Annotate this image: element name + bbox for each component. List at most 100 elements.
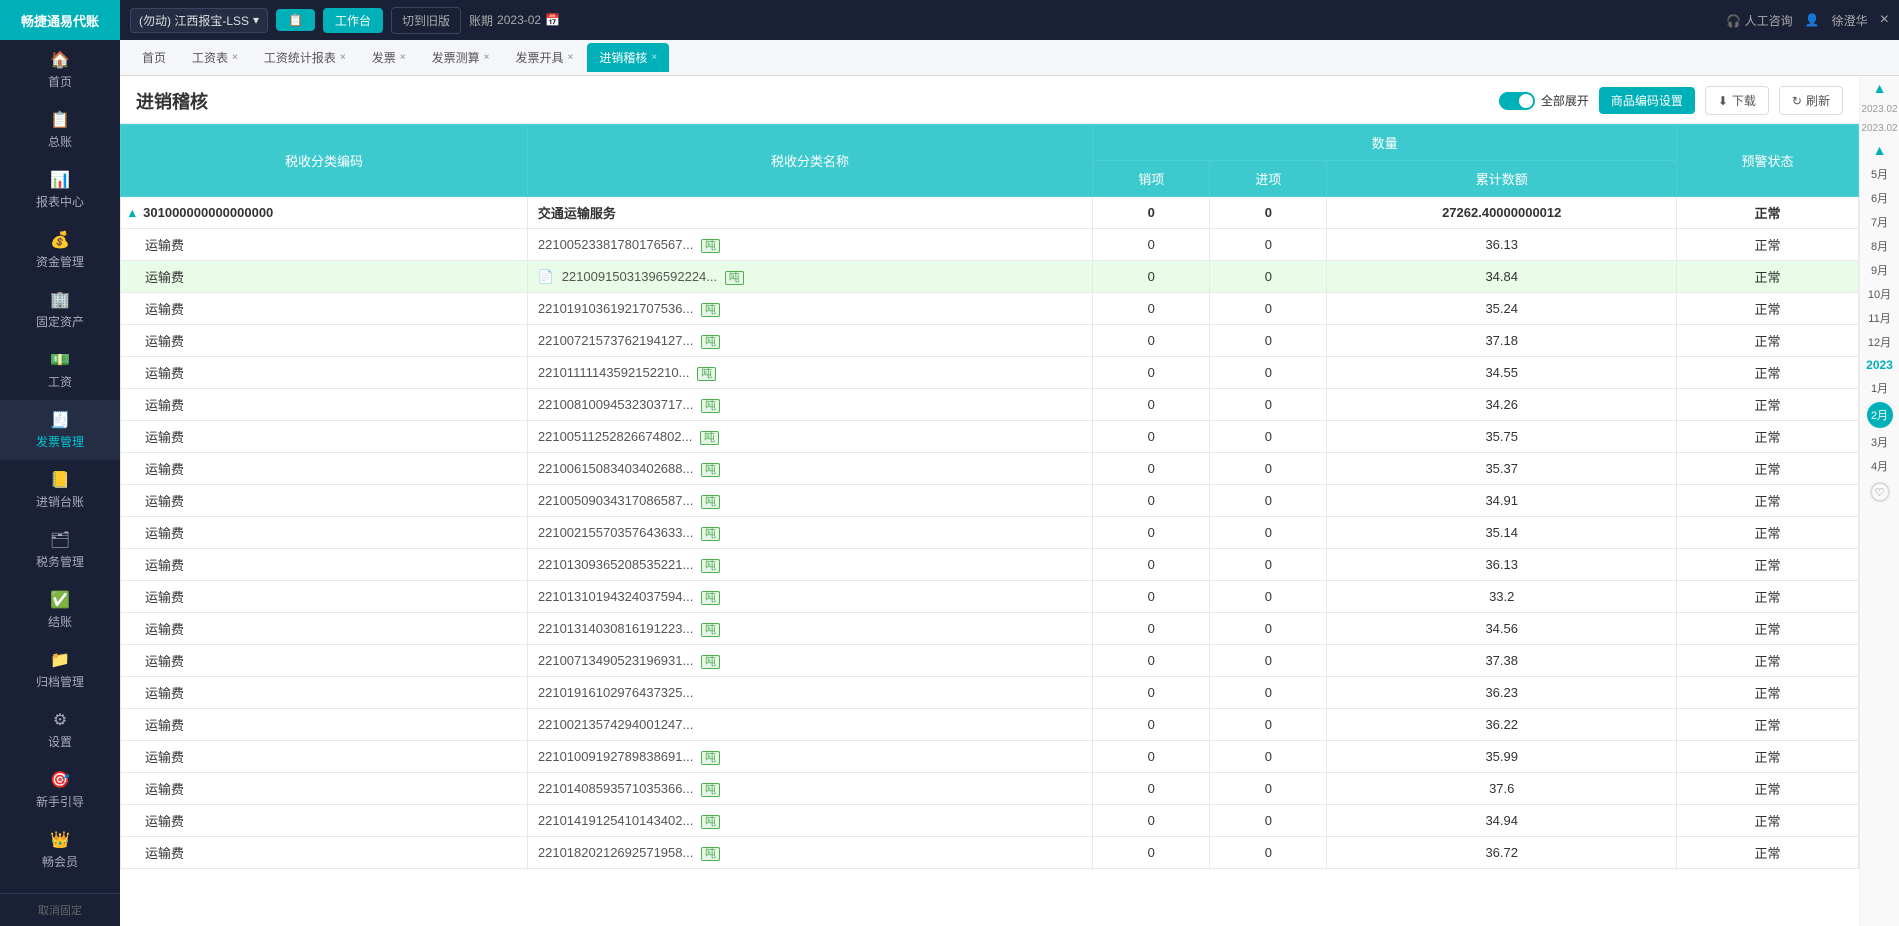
table-row[interactable]: 运输费 📄 22100915031396592224... 吨 0 0 34.8…: [121, 261, 1859, 293]
reports-icon: 📊: [50, 170, 70, 190]
table-row[interactable]: 运输费 22100213574294001247... 0 0 36.22 正常: [121, 709, 1859, 741]
cell-code: 22100523381780176567... 吨: [527, 229, 1092, 261]
cell-name: 运输费: [121, 229, 528, 261]
table-row[interactable]: 运输费 22101916102976437325... 0 0 36.23 正常: [121, 677, 1859, 709]
table-row[interactable]: 运输费 22101419125410143402... 吨 0 0 34.94 …: [121, 805, 1859, 837]
unpin-button[interactable]: 取消固定: [0, 893, 120, 926]
sidebar-item-archive[interactable]: 📁 归档管理: [0, 640, 120, 700]
timeline-month-6[interactable]: 6月: [1860, 186, 1899, 210]
tab-invoice-issue-close[interactable]: ×: [567, 52, 573, 63]
sidebar-item-salary[interactable]: 💵 工资: [0, 340, 120, 400]
tab-salary-close[interactable]: ×: [232, 52, 238, 63]
timeline-month-3[interactable]: 3月: [1860, 430, 1899, 454]
tab-invoice-calc-close[interactable]: ×: [484, 52, 490, 63]
sidebar-item-home[interactable]: 🏠 首页: [0, 40, 120, 100]
sidebar-item-reports[interactable]: 📊 报表中心: [0, 160, 120, 220]
tab-home[interactable]: 首页: [130, 43, 178, 72]
table-row[interactable]: ▴ 301000000000000000 交通运输服务 0 0 27262.40…: [121, 197, 1859, 229]
expand-toggle[interactable]: [1499, 92, 1535, 110]
company-selector[interactable]: (勿动) 江西报宝-LSS ▾: [130, 8, 268, 33]
table-row[interactable]: 运输费 22101408593571035366... 吨 0 0 37.6 正…: [121, 773, 1859, 805]
table-row[interactable]: 运输费 22100511252826674802... 吨 0 0 35.75 …: [121, 421, 1859, 453]
timeline-month-4[interactable]: 4月: [1860, 454, 1899, 478]
sidebar-item-sales-ledger[interactable]: 📒 进销台账: [0, 460, 120, 520]
timeline-month-9[interactable]: 9月: [1860, 258, 1899, 282]
timeline-up2-arrow[interactable]: ▲: [1869, 138, 1891, 162]
cell-name: 运输费: [121, 837, 528, 869]
table-row[interactable]: 运输费 22100215570357643633... 吨 0 0 35.14 …: [121, 517, 1859, 549]
tab-invoice-close[interactable]: ×: [400, 52, 406, 63]
calendar-icon[interactable]: 📅: [545, 13, 560, 27]
refresh-button[interactable]: ↻ 刷新: [1779, 86, 1843, 115]
cell-sales: 0: [1093, 837, 1210, 869]
sidebar-item-tax[interactable]: 🗂 税务管理: [0, 520, 120, 580]
download-button[interactable]: ⬇ 下载: [1705, 86, 1769, 115]
sidebar-item-label: 首页: [48, 73, 72, 90]
sidebar-item-label: 税务管理: [36, 553, 84, 570]
tab-salary-report[interactable]: 工资统计报表 ×: [252, 43, 358, 72]
cell-code: 22101314030816191223... 吨: [527, 613, 1092, 645]
timeline-heart-icon[interactable]: ♡: [1870, 482, 1890, 502]
tab-invoice-issue[interactable]: 发票开具 ×: [503, 43, 585, 72]
table-row[interactable]: 运输费 22100713490523196931... 吨 0 0 37.38 …: [121, 645, 1859, 677]
table-row[interactable]: 运输费 22101910361921707536... 吨 0 0 35.24 …: [121, 293, 1859, 325]
timeline-month-11[interactable]: 11月: [1860, 306, 1899, 330]
table-row[interactable]: 运输费 22101111143592152210... 吨 0 0 34.55 …: [121, 357, 1859, 389]
table-row[interactable]: 运输费 22101820212692571958... 吨 0 0 36.72 …: [121, 837, 1859, 869]
sidebar-item-ledger[interactable]: 📋 总账: [0, 100, 120, 160]
tab-salary-report-close[interactable]: ×: [340, 52, 346, 63]
product-code-settings-button[interactable]: 商品编码设置: [1599, 87, 1695, 114]
tab-sales-check-close[interactable]: ×: [651, 52, 657, 63]
tab-salary[interactable]: 工资表 ×: [180, 43, 250, 72]
table-row[interactable]: 运输费 22100509034317086587... 吨 0 0 34.91 …: [121, 485, 1859, 517]
cell-status: 正常: [1677, 453, 1859, 485]
timeline-month-1[interactable]: 1月: [1860, 376, 1899, 400]
table-row[interactable]: 运输费 22101310194324037594... 吨 0 0 33.2 正…: [121, 581, 1859, 613]
cell-name: 运输费: [121, 773, 528, 805]
tab-invoice-calc[interactable]: 发票测算 ×: [420, 43, 502, 72]
cell-total: 34.55: [1327, 357, 1677, 389]
timeline-month-7[interactable]: 7月: [1860, 210, 1899, 234]
table-row[interactable]: 运输费 22100810094532303717... 吨 0 0 34.26 …: [121, 389, 1859, 421]
collapse-icon[interactable]: ▴: [129, 205, 136, 220]
timeline-month-12[interactable]: 12月: [1860, 330, 1899, 354]
table-row[interactable]: 运输费 22101009192789838691... 吨 0 0 35.99 …: [121, 741, 1859, 773]
unpin-label: 取消固定: [38, 905, 82, 917]
sidebar-item-label: 新手引导: [36, 793, 84, 810]
workspace-button[interactable]: 工作台: [323, 8, 383, 33]
cell-status: 正常: [1677, 613, 1859, 645]
sidebar-item-assets[interactable]: 🏢 固定资产: [0, 280, 120, 340]
table-row[interactable]: 运输费 22100523381780176567... 吨 0 0 36.13 …: [121, 229, 1859, 261]
tab-invoice[interactable]: 发票 ×: [360, 43, 418, 72]
table-row[interactable]: 运输费 22101314030816191223... 吨 0 0 34.56 …: [121, 613, 1859, 645]
cell-total: 35.37: [1327, 453, 1677, 485]
sidebar-item-settings[interactable]: ⚙ 设置: [0, 700, 120, 760]
table-row[interactable]: 运输费 22100721573762194127... 吨 0 0 37.18 …: [121, 325, 1859, 357]
cell-code: 22100511252826674802... 吨: [527, 421, 1092, 453]
copy-button[interactable]: 📋: [276, 9, 315, 31]
cell-code: 22100713490523196931... 吨: [527, 645, 1092, 677]
table-row[interactable]: 运输费 22101309365208535221... 吨 0 0 36.13 …: [121, 549, 1859, 581]
cell-code: 22100509034317086587... 吨: [527, 485, 1092, 517]
sidebar-item-guide[interactable]: 🎯 新手引导: [0, 760, 120, 820]
support-button[interactable]: 🎧 人工咨询: [1726, 12, 1792, 29]
timeline-month-10[interactable]: 10月: [1860, 282, 1899, 306]
table-row[interactable]: 运输费 22100615083403402688... 吨 0 0 35.37 …: [121, 453, 1859, 485]
sidebar-item-invoice[interactable]: 🧾 发票管理: [0, 400, 120, 460]
sidebar-item-finance[interactable]: 💰 资金管理: [0, 220, 120, 280]
archive-icon: 📁: [50, 650, 70, 670]
tab-sales-check[interactable]: 进销稽核 ×: [587, 43, 669, 72]
cell-purchase: 0: [1210, 773, 1327, 805]
period-value: 2023-02: [497, 13, 541, 27]
col-sales-header: 销项: [1093, 161, 1210, 197]
sidebar-item-closing[interactable]: ✅ 结账: [0, 580, 120, 640]
timeline-up-arrow[interactable]: ▲: [1869, 76, 1891, 100]
timeline-month-2[interactable]: 2月: [1867, 402, 1893, 428]
timeline-month-5[interactable]: 5月: [1860, 162, 1899, 186]
close-button[interactable]: ×: [1880, 11, 1889, 29]
sidebar-item-member[interactable]: 👑 畅会员: [0, 820, 120, 880]
timeline-month-8[interactable]: 8月: [1860, 234, 1899, 258]
cell-sales: 0: [1093, 677, 1210, 709]
main-area: (勿动) 江西报宝-LSS ▾ 📋 工作台 切到旧版 账期 2023-02 📅 …: [120, 0, 1899, 926]
switch-version-button[interactable]: 切到旧版: [391, 7, 461, 34]
